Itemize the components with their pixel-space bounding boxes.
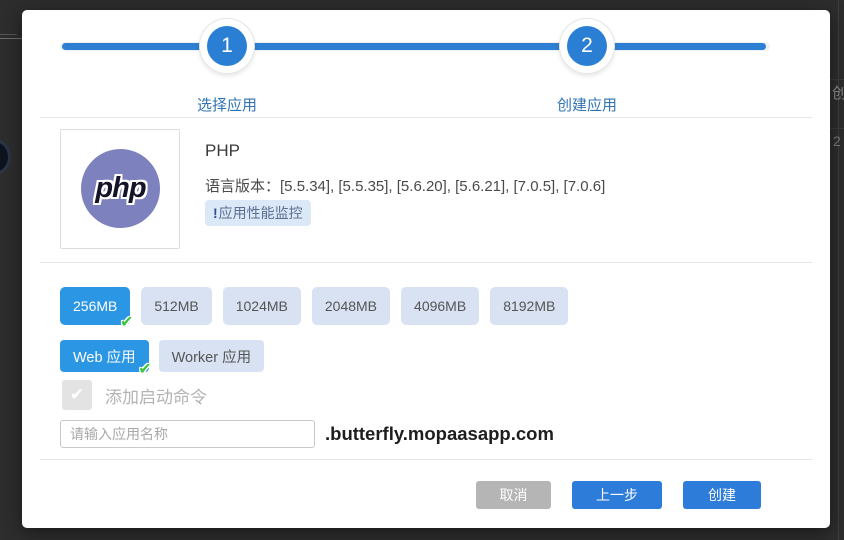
app-name-heading: PHP <box>205 141 240 160</box>
step-2-label: 创建应用 <box>556 97 617 114</box>
selected-app-card: php <box>60 129 180 249</box>
background-text-fragment: 创 <box>832 85 844 102</box>
exclamation-icon: ! <box>213 205 218 221</box>
memory-option-label: 8192MB <box>503 298 556 314</box>
stepper-divider <box>40 117 812 118</box>
app-versions-text: 语言版本：[5.5.34], [5.5.35], [5.6.20], [5.6.… <box>205 175 605 196</box>
app-type-label: Worker 应用 <box>171 349 252 366</box>
memory-option-label: 4096MB <box>414 298 467 314</box>
memory-option-2048mb[interactable]: 2048MB <box>311 287 391 325</box>
step-1-circle[interactable]: 1 <box>207 26 247 66</box>
memory-option-8192mb[interactable]: 8192MB <box>490 287 569 325</box>
app-type-option-worker[interactable]: Worker 应用 <box>158 340 265 372</box>
app-type-options-row: Web 应用 ✔ Worker 应用 <box>60 340 265 378</box>
create-button[interactable]: 创建 <box>683 481 761 509</box>
step-2-halo: 2 <box>559 18 615 74</box>
section-divider <box>40 262 812 263</box>
memory-option-4096mb[interactable]: 4096MB <box>401 287 480 325</box>
php-logo-icon: php <box>81 149 160 228</box>
step-1-halo: 1 <box>199 18 255 74</box>
step-1-label: 选择应用 <box>196 97 257 114</box>
footer-divider <box>40 459 812 460</box>
background-text-fragment: 2 <box>833 133 841 149</box>
create-app-dialog: 1 2 选择应用 创建应用 php PHP 语言版本：[5.5.34], [5.… <box>22 10 830 528</box>
memory-option-1024mb[interactable]: 1024MB <box>222 287 301 325</box>
memory-option-256mb[interactable]: 256MB ✔ <box>60 287 133 331</box>
startup-command-label: 添加启动命令 <box>105 387 207 407</box>
memory-option-512mb[interactable]: 512MB <box>141 287 212 325</box>
step-2-circle[interactable]: 2 <box>567 26 607 66</box>
memory-option-label: 256MB <box>73 298 118 314</box>
background-table-border <box>838 0 839 540</box>
app-type-label: Web 应用 <box>73 349 136 366</box>
app-type-option-web[interactable]: Web 应用 ✔ <box>60 340 152 378</box>
cancel-button[interactable]: 取消 <box>476 481 551 509</box>
performance-monitor-label: 应用性能监控 <box>218 205 303 221</box>
stepper-progress-bar <box>62 43 766 50</box>
checkbox-check-icon: ✔ <box>69 385 85 404</box>
startup-command-checkbox[interactable]: ✔ <box>62 380 92 410</box>
memory-option-label: 512MB <box>154 298 199 314</box>
memory-option-label: 2048MB <box>324 298 378 314</box>
versions-label: 语言版本： <box>205 178 281 195</box>
startup-command-row: ✔ 添加启动命令 <box>62 380 207 410</box>
app-name-input[interactable] <box>60 420 315 448</box>
footer-buttons: 取消 上一步 创建 <box>476 481 761 509</box>
screen-overlay: 创 2 1 2 选择应用 创建应用 php PHP 语言版本：[5.5.34],… <box>0 0 844 540</box>
performance-monitor-badge: ! 应用性能监控 <box>205 200 311 226</box>
memory-option-label: 1024MB <box>235 298 288 314</box>
background-row-divider <box>830 79 844 80</box>
check-icon: ✔ <box>138 361 152 378</box>
background-avatar-circle <box>0 138 11 176</box>
app-name-row: .butterfly.mopaasapp.com <box>60 420 554 448</box>
previous-step-button[interactable]: 上一步 <box>572 481 662 509</box>
check-icon: ✔ <box>119 314 134 331</box>
background-row-divider <box>830 128 844 129</box>
memory-options-row: 256MB ✔ 512MB 1024MB 2048MB 4096MB 8192M… <box>60 287 569 331</box>
versions-list: [5.5.34], [5.5.35], [5.6.20], [5.6.21], … <box>280 178 606 195</box>
domain-suffix-text: .butterfly.mopaasapp.com <box>325 423 554 444</box>
